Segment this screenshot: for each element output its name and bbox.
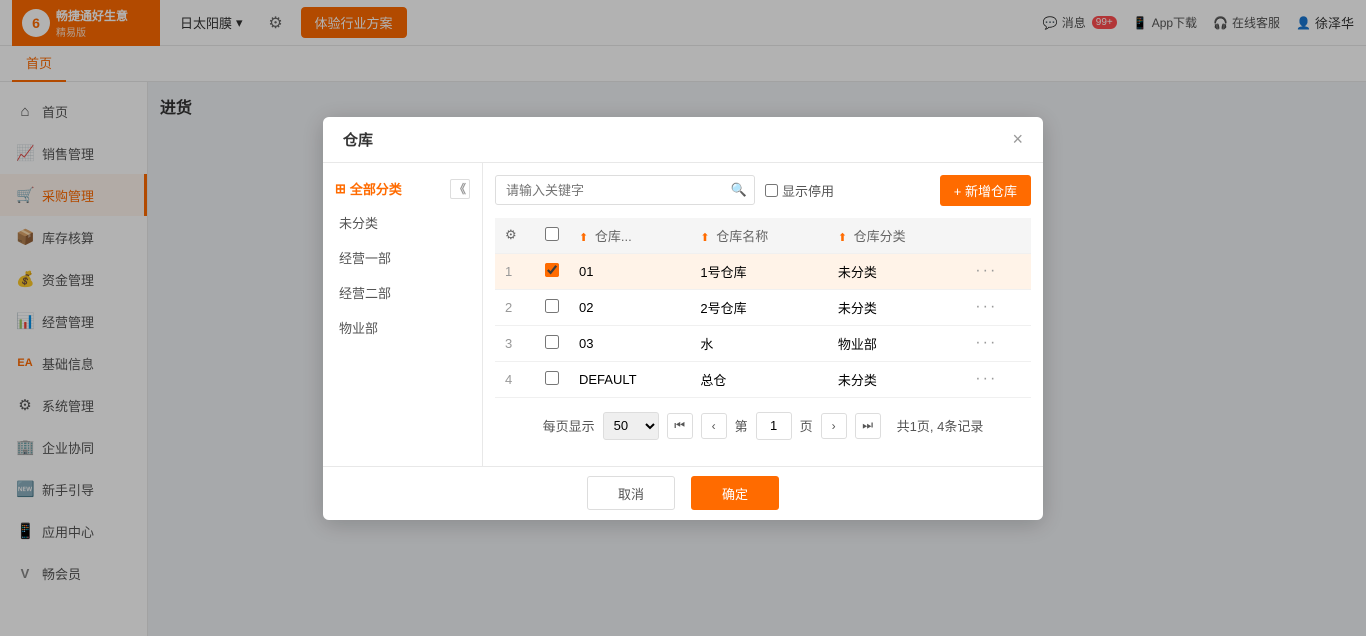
row-checkbox-1[interactable] bbox=[545, 263, 559, 277]
last-page-button[interactable]: ⏭ bbox=[855, 413, 881, 439]
th-gear: ⚙ bbox=[495, 218, 535, 254]
search-input[interactable] bbox=[495, 175, 755, 205]
modal-body: ⊞ 全部分类 《 未分类 经营一部 经营二部 物业部 bbox=[323, 163, 1043, 466]
modal-overlay[interactable]: 仓库 × ⊞ 全部分类 《 未分类 经营一部 bbox=[0, 0, 1366, 636]
grid-icon: ⊞ bbox=[335, 181, 346, 197]
check-cell-4 bbox=[535, 361, 569, 397]
category-item-property[interactable]: 物业部 bbox=[323, 310, 482, 345]
row-code-4: DEFAULT bbox=[569, 361, 690, 397]
row-name-3: 水 bbox=[690, 325, 827, 361]
category-item-unclassified[interactable]: 未分类 bbox=[323, 205, 482, 240]
sort-icon-cat: ⬆ bbox=[838, 232, 847, 244]
modal-footer: 取消 确定 bbox=[323, 466, 1043, 520]
add-warehouse-button[interactable]: + 新增仓库 bbox=[940, 175, 1031, 206]
sort-icon-name: ⬆ bbox=[700, 232, 709, 244]
category-panel: ⊞ 全部分类 《 未分类 经营一部 经营二部 物业部 bbox=[323, 163, 483, 466]
check-cell-2 bbox=[535, 289, 569, 325]
all-categories-label[interactable]: 全部分类 bbox=[350, 179, 402, 198]
check-cell-1 bbox=[535, 253, 569, 289]
content-panel: 🔍 显示停用 + 新增仓库 ⚙ bbox=[483, 163, 1043, 466]
confirm-button[interactable]: 确定 bbox=[691, 476, 779, 510]
row-num-1: 1 bbox=[495, 253, 535, 289]
page-number-input[interactable] bbox=[756, 412, 792, 440]
show-disabled-checkbox-label[interactable]: 显示停用 bbox=[765, 181, 834, 200]
toolbar: 🔍 显示停用 + 新增仓库 bbox=[495, 175, 1031, 206]
row-cat-4: 未分类 bbox=[828, 361, 965, 397]
next-page-button[interactable]: › bbox=[821, 413, 847, 439]
th-check bbox=[535, 218, 569, 254]
row-action-3[interactable]: ··· bbox=[965, 325, 1031, 361]
category-collapse-button[interactable]: 《 bbox=[450, 179, 470, 199]
row-checkbox-3[interactable] bbox=[545, 335, 559, 349]
select-all-checkbox[interactable] bbox=[545, 227, 559, 241]
check-cell-3 bbox=[535, 325, 569, 361]
table-body: 1 01 1号仓库 未分类 ··· 2 bbox=[495, 253, 1031, 397]
table-row[interactable]: 3 03 水 物业部 ··· bbox=[495, 325, 1031, 361]
modal-close-button[interactable]: × bbox=[1012, 129, 1023, 150]
table-row[interactable]: 2 02 2号仓库 未分类 ··· bbox=[495, 289, 1031, 325]
th-code: ⬆ 仓库... bbox=[569, 218, 690, 254]
row-action-1[interactable]: ··· bbox=[965, 253, 1031, 289]
row-action-2[interactable]: ··· bbox=[965, 289, 1031, 325]
row-num-2: 2 bbox=[495, 289, 535, 325]
category-header: ⊞ 全部分类 《 bbox=[323, 173, 482, 205]
pagination-area: 每页显示 50 10 20 100 ⏮ ‹ 第 页 › ⏭ 共1页, 4条记录 bbox=[495, 398, 1031, 454]
row-code-1: 01 bbox=[569, 253, 690, 289]
search-icon[interactable]: 🔍 bbox=[731, 182, 747, 198]
category-item-dept1[interactable]: 经营一部 bbox=[323, 240, 482, 275]
th-category: ⬆ 仓库分类 bbox=[828, 218, 965, 254]
row-cat-1: 未分类 bbox=[828, 253, 965, 289]
category-item-dept2[interactable]: 经营二部 bbox=[323, 275, 482, 310]
th-name: ⬆ 仓库名称 bbox=[690, 218, 827, 254]
per-page-select[interactable]: 50 10 20 100 bbox=[603, 412, 659, 440]
row-checkbox-4[interactable] bbox=[545, 371, 559, 385]
row-cat-3: 物业部 bbox=[828, 325, 965, 361]
row-name-2: 2号仓库 bbox=[690, 289, 827, 325]
row-name-4: 总仓 bbox=[690, 361, 827, 397]
first-page-button[interactable]: ⏮ bbox=[667, 413, 693, 439]
row-action-4[interactable]: ··· bbox=[965, 361, 1031, 397]
table-header: ⚙ ⬆ 仓库... ⬆ 仓库名称 bbox=[495, 218, 1031, 254]
table-row[interactable]: 1 01 1号仓库 未分类 ··· bbox=[495, 253, 1031, 289]
show-disabled-checkbox[interactable] bbox=[765, 184, 778, 197]
row-num-3: 3 bbox=[495, 325, 535, 361]
warehouse-table: ⚙ ⬆ 仓库... ⬆ 仓库名称 bbox=[495, 218, 1031, 398]
search-input-wrap: 🔍 bbox=[495, 175, 755, 205]
modal-header: 仓库 × bbox=[323, 117, 1043, 163]
row-cat-2: 未分类 bbox=[828, 289, 965, 325]
th-actions bbox=[965, 218, 1031, 254]
row-name-1: 1号仓库 bbox=[690, 253, 827, 289]
table-row[interactable]: 4 DEFAULT 总仓 未分类 ··· bbox=[495, 361, 1031, 397]
row-code-2: 02 bbox=[569, 289, 690, 325]
warehouse-modal: 仓库 × ⊞ 全部分类 《 未分类 经营一部 bbox=[323, 117, 1043, 520]
row-checkbox-2[interactable] bbox=[545, 299, 559, 313]
row-code-3: 03 bbox=[569, 325, 690, 361]
modal-title: 仓库 bbox=[343, 129, 373, 150]
table-container: ⚙ ⬆ 仓库... ⬆ 仓库名称 bbox=[495, 218, 1031, 398]
row-num-4: 4 bbox=[495, 361, 535, 397]
sort-icon: ⬆ bbox=[579, 232, 588, 244]
prev-page-button[interactable]: ‹ bbox=[701, 413, 727, 439]
cancel-button[interactable]: 取消 bbox=[587, 476, 675, 510]
